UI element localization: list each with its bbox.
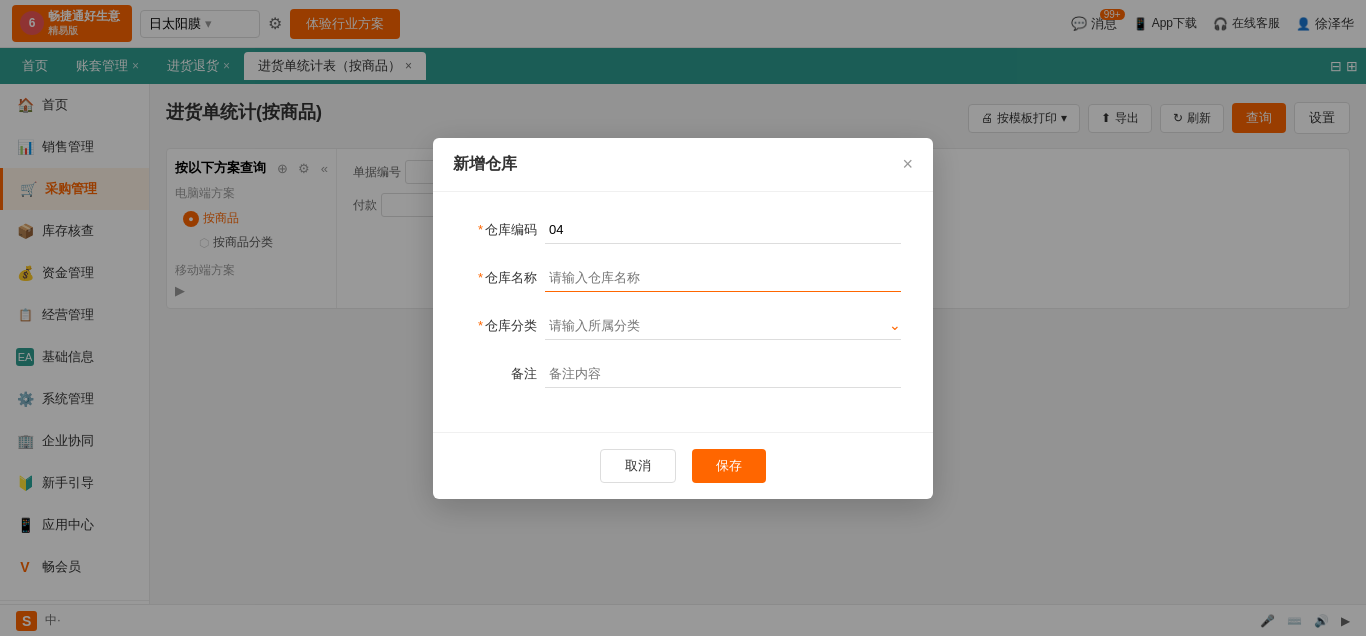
new-warehouse-modal: 新增仓库 × *仓库编码 *仓库名称 *仓库分类: [433, 138, 933, 499]
name-label: *仓库名称: [465, 269, 545, 287]
form-row-code: *仓库编码: [465, 216, 901, 244]
form-row-name: *仓库名称: [465, 264, 901, 292]
cancel-button[interactable]: 取消: [600, 449, 676, 483]
modal-header: 新增仓库 ×: [433, 138, 933, 192]
save-button[interactable]: 保存: [692, 449, 766, 483]
category-input[interactable]: [545, 312, 889, 339]
note-input[interactable]: [545, 360, 901, 388]
code-input[interactable]: [545, 216, 901, 244]
modal-footer: 取消 保存: [433, 432, 933, 499]
modal-overlay: 新增仓库 × *仓库编码 *仓库名称 *仓库分类: [0, 0, 1366, 636]
code-label: *仓库编码: [465, 221, 545, 239]
name-input[interactable]: [545, 264, 901, 292]
note-label: 备注: [465, 365, 545, 383]
modal-close-button[interactable]: ×: [902, 154, 913, 175]
modal-title: 新增仓库: [453, 154, 517, 175]
category-select-row: ⌄: [545, 312, 901, 340]
form-row-category: *仓库分类 ⌄: [465, 312, 901, 340]
form-row-note: 备注: [465, 360, 901, 388]
category-arrow-icon[interactable]: ⌄: [889, 317, 901, 333]
category-label: *仓库分类: [465, 317, 545, 335]
modal-body: *仓库编码 *仓库名称 *仓库分类 ⌄: [433, 192, 933, 432]
